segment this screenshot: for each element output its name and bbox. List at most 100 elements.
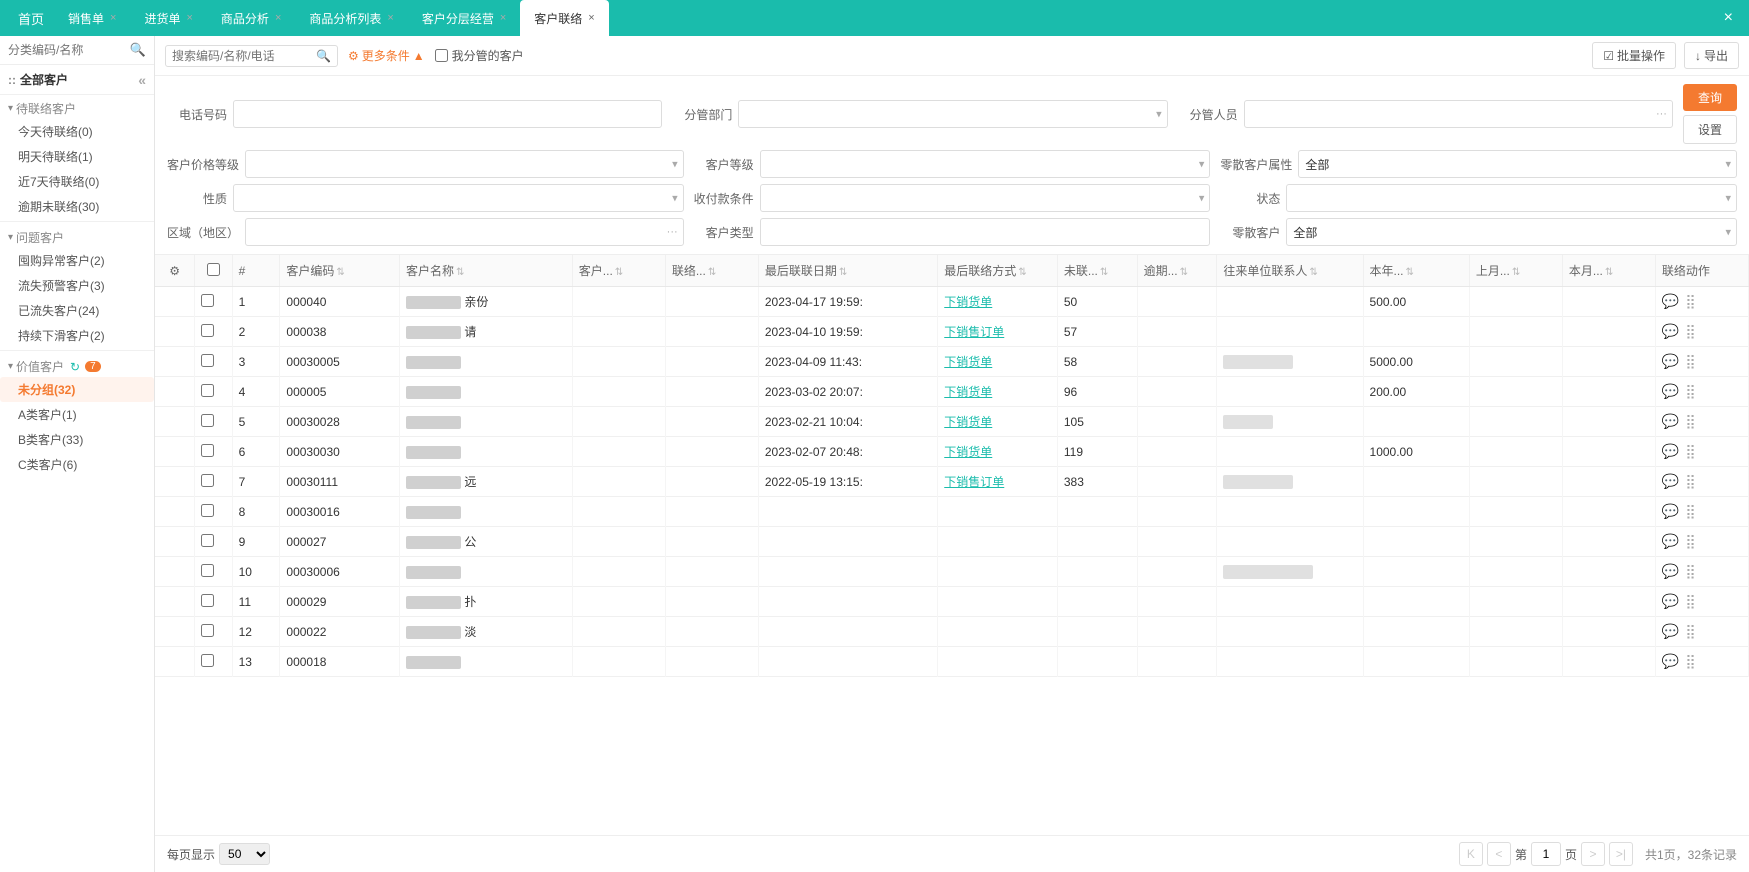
- sidebar-item-7days[interactable]: 近7天待联络(0): [0, 169, 154, 194]
- table-cell[interactable]: [195, 437, 232, 467]
- table-cell[interactable]: 下销货单: [938, 377, 1058, 407]
- grid-action-icon[interactable]: ⣿: [1685, 563, 1695, 580]
- page-number-input[interactable]: [1531, 842, 1561, 866]
- grid-action-icon[interactable]: ⣿: [1685, 443, 1695, 460]
- table-cell[interactable]: [195, 527, 232, 557]
- th-checkbox[interactable]: [195, 255, 232, 287]
- message-icon[interactable]: 💬: [1662, 323, 1679, 340]
- table-cell[interactable]: 下销货单: [938, 407, 1058, 437]
- sidebar-item-overdue[interactable]: 逾期未联络(30): [0, 194, 154, 219]
- tab-customer-layer[interactable]: 客户分层经营 ×: [408, 0, 520, 36]
- table-cell[interactable]: [195, 287, 232, 317]
- th-last-date[interactable]: 最后联联日期⇅: [758, 255, 937, 287]
- table-cell[interactable]: [195, 587, 232, 617]
- nature-input[interactable]: [233, 184, 684, 212]
- table-cell[interactable]: 下销货单: [938, 347, 1058, 377]
- zero-customer-input[interactable]: [1286, 218, 1737, 246]
- message-icon[interactable]: 💬: [1662, 503, 1679, 520]
- last-page-btn[interactable]: >|: [1609, 842, 1633, 866]
- price-level-input[interactable]: [245, 150, 684, 178]
- grid-action-icon[interactable]: ⣿: [1685, 533, 1695, 550]
- message-icon[interactable]: 💬: [1662, 293, 1679, 310]
- table-cell[interactable]: [195, 407, 232, 437]
- dept-input[interactable]: [738, 100, 1167, 128]
- grid-action-icon[interactable]: ⣿: [1685, 503, 1695, 520]
- reset-btn[interactable]: 设置: [1683, 115, 1737, 144]
- close-all-button[interactable]: ×: [1716, 9, 1741, 27]
- sidebar-item-hoarding[interactable]: 囤购异常客户(2): [0, 248, 154, 273]
- home-tab[interactable]: 首页: [8, 9, 54, 28]
- message-icon[interactable]: 💬: [1662, 353, 1679, 370]
- sidebar-item-today[interactable]: 今天待联络(0): [0, 119, 154, 144]
- tab-purchase[interactable]: 进货单 ×: [130, 0, 206, 36]
- close-product-analysis-tab[interactable]: ×: [275, 12, 281, 24]
- table-cell[interactable]: 下销货单: [938, 437, 1058, 467]
- batch-operations-btn[interactable]: ☑ 批量操作: [1592, 42, 1676, 69]
- main-search-icon[interactable]: 🔍: [316, 49, 331, 63]
- tab-customer-contact[interactable]: 客户联络 ×: [520, 0, 608, 36]
- sidebar-group-problem[interactable]: ▾ 问题客户: [0, 224, 154, 248]
- th-overdue[interactable]: 逾期...⇅: [1137, 255, 1217, 287]
- sidebar-item-churn-warning[interactable]: 流失预警客户(3): [0, 273, 154, 298]
- grid-action-icon[interactable]: ⣿: [1685, 593, 1695, 610]
- my-customers-wrap[interactable]: 我分管的客户: [435, 47, 524, 64]
- first-page-btn[interactable]: K: [1459, 842, 1483, 866]
- message-icon[interactable]: 💬: [1662, 563, 1679, 580]
- table-cell[interactable]: [195, 467, 232, 497]
- sidebar-group-value[interactable]: ▾ 价值客户 ↻ 7: [0, 353, 154, 377]
- th-type[interactable]: 客户...⇅: [572, 255, 665, 287]
- table-cell[interactable]: [195, 497, 232, 527]
- status-input[interactable]: [1286, 184, 1737, 212]
- payment-input[interactable]: [760, 184, 1211, 212]
- customer-level-input[interactable]: [760, 150, 1211, 178]
- table-cell[interactable]: [195, 647, 232, 677]
- close-sales-tab[interactable]: ×: [110, 12, 116, 24]
- region-input[interactable]: [245, 218, 684, 246]
- table-cell[interactable]: 下销售订单: [938, 467, 1058, 497]
- message-icon[interactable]: 💬: [1662, 413, 1679, 430]
- grid-action-icon[interactable]: ⣿: [1685, 413, 1695, 430]
- th-this-year[interactable]: 本年...⇅: [1363, 255, 1469, 287]
- staff-input[interactable]: [1244, 100, 1673, 128]
- sidebar-item-declining[interactable]: 持续下滑客户(2): [0, 323, 154, 348]
- customer-type-input[interactable]: [760, 218, 1211, 246]
- prev-page-btn[interactable]: <: [1487, 842, 1511, 866]
- message-icon[interactable]: 💬: [1662, 383, 1679, 400]
- table-cell[interactable]: [195, 617, 232, 647]
- close-customer-contact-tab[interactable]: ×: [588, 12, 594, 24]
- tab-sales[interactable]: 销售单 ×: [54, 0, 130, 36]
- per-page-select[interactable]: 50 20 100: [219, 843, 270, 865]
- table-cell[interactable]: [195, 557, 232, 587]
- message-icon[interactable]: 💬: [1662, 623, 1679, 640]
- sidebar-item-tomorrow[interactable]: 明天待联络(1): [0, 144, 154, 169]
- th-contact[interactable]: 联络...⇅: [665, 255, 758, 287]
- query-btn[interactable]: 查询: [1683, 84, 1737, 111]
- close-purchase-tab[interactable]: ×: [186, 12, 192, 24]
- table-cell[interactable]: [195, 377, 232, 407]
- message-icon[interactable]: 💬: [1662, 443, 1679, 460]
- grid-action-icon[interactable]: ⣿: [1685, 623, 1695, 640]
- export-btn[interactable]: ↓ 导出: [1684, 42, 1739, 69]
- phone-input[interactable]: [233, 100, 662, 128]
- close-customer-layer-tab[interactable]: ×: [500, 12, 506, 24]
- grid-action-icon[interactable]: ⣿: [1685, 293, 1695, 310]
- sidebar-item-group-c[interactable]: C类客户(6): [0, 452, 154, 477]
- more-conditions-btn[interactable]: ⚙ 更多条件 ▲: [348, 47, 425, 64]
- message-icon[interactable]: 💬: [1662, 473, 1679, 490]
- tab-product-analysis[interactable]: 商品分析 ×: [207, 0, 295, 36]
- next-page-btn[interactable]: >: [1581, 842, 1605, 866]
- table-cell[interactable]: [195, 317, 232, 347]
- all-customers-header[interactable]: :: 全部客户 «: [0, 65, 154, 95]
- table-cell[interactable]: 下销售订单: [938, 317, 1058, 347]
- th-name[interactable]: 客户名称⇅: [400, 255, 573, 287]
- th-last-method[interactable]: 最后联络方式⇅: [938, 255, 1058, 287]
- th-unit-contact[interactable]: 往来单位联系人⇅: [1217, 255, 1363, 287]
- message-icon[interactable]: 💬: [1662, 593, 1679, 610]
- grid-action-icon[interactable]: ⣿: [1685, 473, 1695, 490]
- sidebar-item-lost[interactable]: 已流失客户(24): [0, 298, 154, 323]
- th-no-contact[interactable]: 未联...⇅: [1057, 255, 1137, 287]
- grid-action-icon[interactable]: ⣿: [1685, 323, 1695, 340]
- sidebar-item-ungroup[interactable]: 未分组(32): [0, 377, 154, 402]
- th-code[interactable]: 客户编码⇅: [280, 255, 400, 287]
- table-cell[interactable]: [195, 347, 232, 377]
